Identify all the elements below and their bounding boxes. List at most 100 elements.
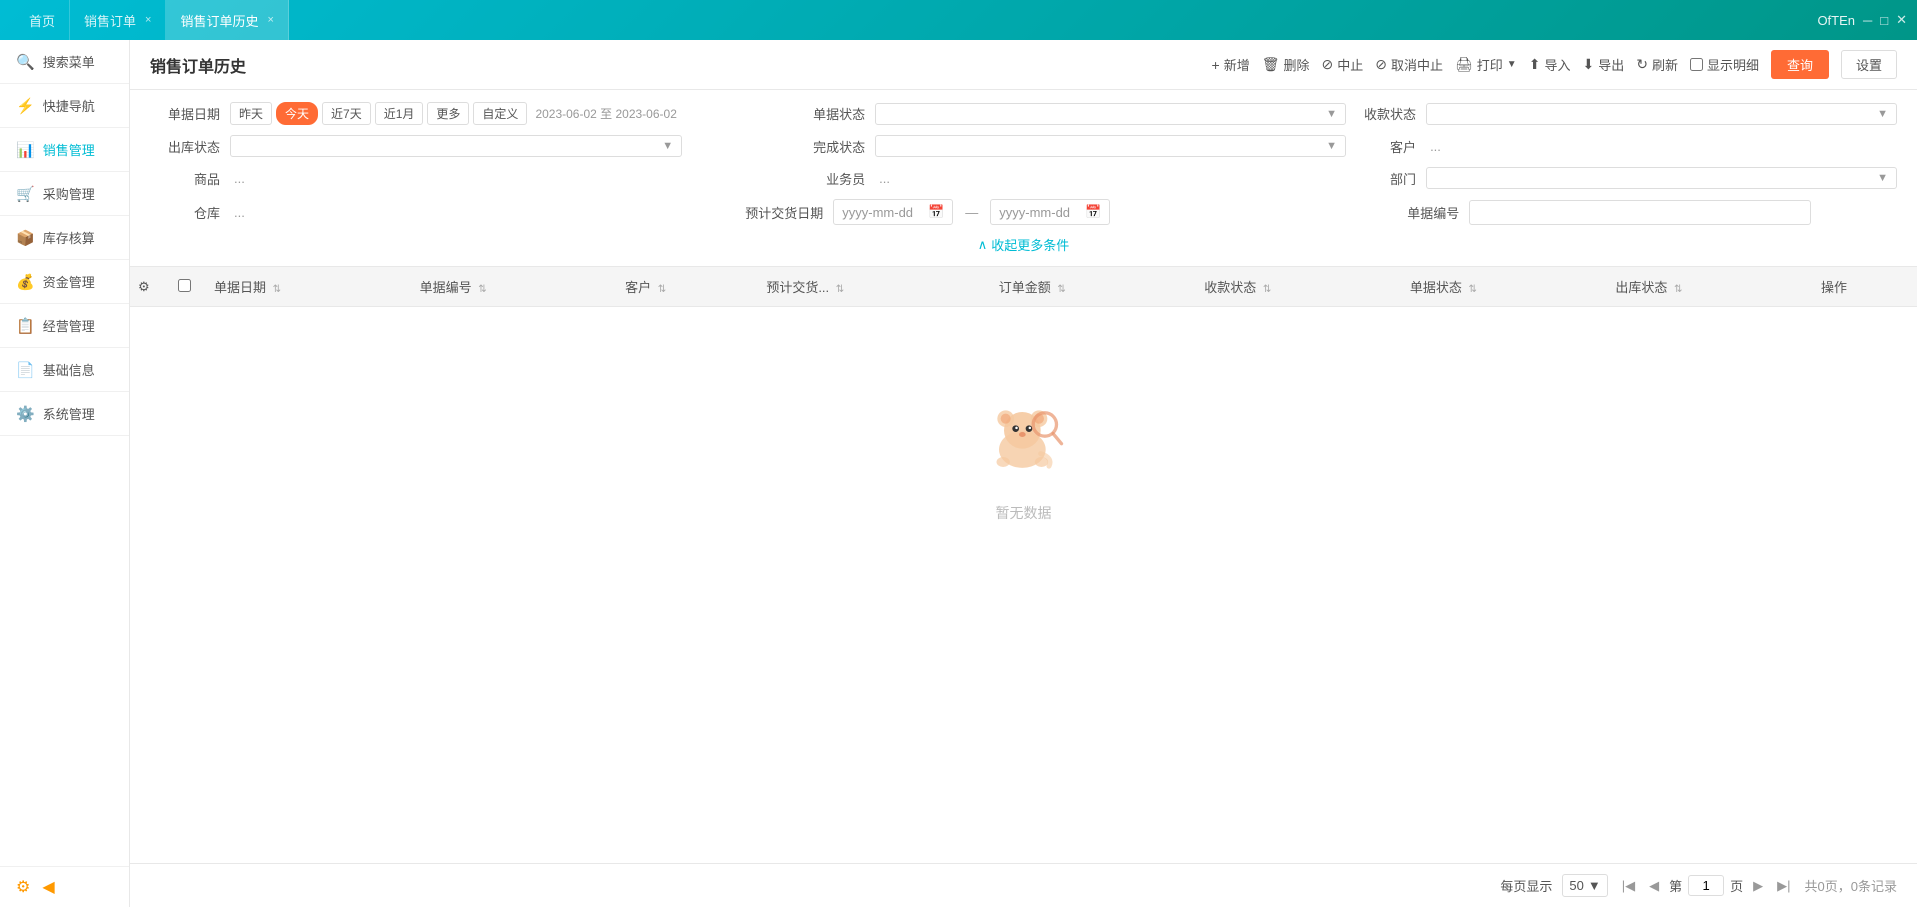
sidebar-item-sales[interactable]: 📊 销售管理 bbox=[0, 128, 129, 172]
th-amount-sort-icon[interactable]: ⇅ bbox=[1057, 284, 1065, 295]
filter-area: 单据日期 昨天 今天 近7天 近1月 更多 自定义 2023-06-02 至 2… bbox=[130, 90, 1917, 267]
th-date[interactable]: 单据日期 ⇅ bbox=[206, 267, 412, 307]
department-control: ▼ bbox=[1426, 167, 1897, 189]
th-settings[interactable]: ⚙ bbox=[130, 267, 170, 307]
th-ship-status[interactable]: 出库状态 ⇅ bbox=[1607, 267, 1813, 307]
last-page-button[interactable]: ▶| bbox=[1773, 876, 1794, 896]
next-page-button[interactable]: ▶ bbox=[1749, 876, 1767, 896]
setting-button[interactable]: 设置 bbox=[1841, 50, 1897, 79]
table-area: ⚙ 单据日期 ⇅ 单据编号 ⇅ bbox=[130, 267, 1917, 863]
sidebar-item-inventory[interactable]: 📦 库存核算 bbox=[0, 216, 129, 260]
tab-sales-order-close[interactable]: × bbox=[145, 14, 151, 26]
th-check[interactable] bbox=[170, 267, 206, 307]
th-customer-sort-icon[interactable]: ⇅ bbox=[658, 284, 666, 295]
delivery-date-start[interactable]: yyyy-mm-dd 📅 bbox=[833, 199, 953, 225]
cancel-stop-button[interactable]: ⊘ 取消中止 bbox=[1375, 55, 1443, 74]
per-page-value: 50 bbox=[1569, 878, 1583, 893]
date-btn-1month[interactable]: 近1月 bbox=[375, 102, 424, 125]
goods-dots[interactable]: ... bbox=[234, 171, 245, 186]
sidebar-settings-icon[interactable]: ⚙ bbox=[16, 877, 30, 897]
th-payment-status-label: 收款状态 bbox=[1204, 280, 1256, 295]
tab-sales-order[interactable]: 销售订单 × bbox=[70, 0, 166, 40]
top-bar: 首页 销售订单 × 销售订单历史 × OfTEn ─ □ ✕ bbox=[0, 0, 1917, 40]
sidebar-item-sales-label: 销售管理 bbox=[43, 140, 95, 159]
payment-status-select[interactable]: ▼ bbox=[1426, 103, 1897, 125]
select-all-checkbox[interactable] bbox=[178, 279, 191, 292]
page-number-input[interactable] bbox=[1688, 875, 1724, 896]
sidebar-collapse-icon[interactable]: ◀ bbox=[42, 877, 54, 897]
th-amount[interactable]: 订单金额 ⇅ bbox=[991, 267, 1197, 307]
date-btn-more[interactable]: 更多 bbox=[427, 102, 469, 125]
date-btn-custom[interactable]: 自定义 bbox=[473, 102, 527, 125]
first-page-button[interactable]: |◀ bbox=[1618, 876, 1639, 896]
delete-button[interactable]: 🗑 删除 bbox=[1262, 55, 1310, 74]
department-chevron-icon: ▼ bbox=[1877, 172, 1888, 184]
export-button[interactable]: ⬇ 导出 bbox=[1582, 55, 1624, 74]
collapse-row[interactable]: ∧ 收起更多条件 bbox=[150, 235, 1897, 254]
delivery-date-end[interactable]: yyyy-mm-dd 📅 bbox=[990, 199, 1110, 225]
order-status-select[interactable]: ▼ bbox=[875, 103, 1346, 125]
date-btn-today[interactable]: 今天 bbox=[276, 102, 318, 125]
collapse-label: 收起更多条件 bbox=[991, 235, 1069, 254]
prev-page-button[interactable]: ◀ bbox=[1645, 876, 1663, 896]
payment-status-chevron-icon: ▼ bbox=[1877, 108, 1888, 120]
department-select[interactable]: ▼ bbox=[1426, 167, 1897, 189]
sidebar-item-search[interactable]: 🔍 搜索菜单 bbox=[0, 40, 129, 84]
date-btn-yesterday[interactable]: 昨天 bbox=[230, 102, 272, 125]
display-detail-input[interactable] bbox=[1690, 58, 1703, 71]
warehouse-dots[interactable]: ... bbox=[234, 205, 245, 220]
order-no-input[interactable] bbox=[1469, 200, 1811, 225]
th-payment-status[interactable]: 收款状态 ⇅ bbox=[1196, 267, 1402, 307]
ship-status-select[interactable]: ▼ bbox=[230, 135, 682, 157]
th-payment-status-sort-icon[interactable]: ⇅ bbox=[1263, 284, 1271, 295]
salesperson-dots[interactable]: ... bbox=[879, 171, 890, 186]
display-detail-label: 显示明细 bbox=[1707, 55, 1759, 74]
window-close[interactable]: ✕ bbox=[1896, 12, 1907, 28]
sidebar-item-operation[interactable]: 📋 经营管理 bbox=[0, 304, 129, 348]
tab-sales-order-history[interactable]: 销售订单历史 × bbox=[166, 0, 288, 40]
tab-sales-order-history-close[interactable]: × bbox=[267, 14, 273, 26]
table-footer: 每页显示 50 ▼ |◀ ◀ 第 页 ▶ ▶| 共0页，0条记录 bbox=[130, 863, 1917, 907]
customer-dots[interactable]: ... bbox=[1430, 139, 1441, 154]
window-maximize[interactable]: □ bbox=[1880, 13, 1888, 28]
main-layout: 🔍 搜索菜单 ⚡ 快捷导航 📊 销售管理 🛒 采购管理 📦 库存核算 💰 资金管… bbox=[0, 40, 1917, 907]
add-button[interactable]: + 新增 bbox=[1212, 55, 1250, 74]
th-ship-status-sort-icon[interactable]: ⇅ bbox=[1674, 284, 1682, 295]
sidebar-item-quick-nav[interactable]: ⚡ 快捷导航 bbox=[0, 84, 129, 128]
display-detail-checkbox[interactable]: 显示明细 bbox=[1690, 55, 1759, 74]
refresh-button[interactable]: ↻ 刷新 bbox=[1636, 55, 1678, 74]
tab-home[interactable]: 首页 bbox=[15, 0, 70, 40]
complete-status-chevron-icon: ▼ bbox=[1326, 140, 1337, 152]
th-customer[interactable]: 客户 ⇅ bbox=[617, 267, 758, 307]
th-delivery[interactable]: 预计交货... ⇅ bbox=[758, 267, 990, 307]
delete-icon: 🗑 bbox=[1262, 56, 1280, 73]
delivery-date-start-calendar-icon[interactable]: 📅 bbox=[928, 204, 944, 220]
stop-icon: ⊘ bbox=[1322, 56, 1334, 73]
sidebar-item-purchase[interactable]: 🛒 采购管理 bbox=[0, 172, 129, 216]
th-order-no[interactable]: 单据编号 ⇅ bbox=[412, 267, 618, 307]
refresh-label: 刷新 bbox=[1652, 55, 1678, 74]
sidebar-item-system[interactable]: ⚙️ 系统管理 bbox=[0, 392, 129, 436]
sidebar-bottom: ⚙ ◀ bbox=[0, 866, 129, 907]
delivery-date-start-text: yyyy-mm-dd bbox=[842, 205, 913, 220]
sidebar-item-finance[interactable]: 💰 资金管理 bbox=[0, 260, 129, 304]
date-btn-7days[interactable]: 近7天 bbox=[322, 102, 371, 125]
th-order-status-sort-icon[interactable]: ⇅ bbox=[1468, 284, 1476, 295]
sidebar-item-basic[interactable]: 📄 基础信息 bbox=[0, 348, 129, 392]
th-delivery-sort-icon[interactable]: ⇅ bbox=[836, 284, 844, 295]
th-customer-label: 客户 bbox=[625, 280, 651, 295]
import-button[interactable]: ⬆ 导入 bbox=[1529, 55, 1571, 74]
query-button[interactable]: 查询 bbox=[1771, 50, 1829, 79]
delivery-date-end-calendar-icon[interactable]: 📅 bbox=[1085, 204, 1101, 220]
th-order-no-sort-icon[interactable]: ⇅ bbox=[478, 284, 486, 295]
department-label: 部门 bbox=[1346, 169, 1426, 188]
th-order-status[interactable]: 单据状态 ⇅ bbox=[1402, 267, 1608, 307]
per-page-select[interactable]: 50 ▼ bbox=[1562, 874, 1607, 897]
table-settings-icon[interactable]: ⚙ bbox=[138, 279, 150, 294]
th-date-sort-icon[interactable]: ⇅ bbox=[273, 284, 281, 295]
add-icon: + bbox=[1212, 57, 1220, 73]
complete-status-select[interactable]: ▼ bbox=[875, 135, 1346, 157]
window-minimize[interactable]: ─ bbox=[1863, 13, 1872, 28]
print-button[interactable]: 🖨 打印 ▼ bbox=[1455, 55, 1517, 74]
stop-button[interactable]: ⊘ 中止 bbox=[1322, 55, 1364, 74]
